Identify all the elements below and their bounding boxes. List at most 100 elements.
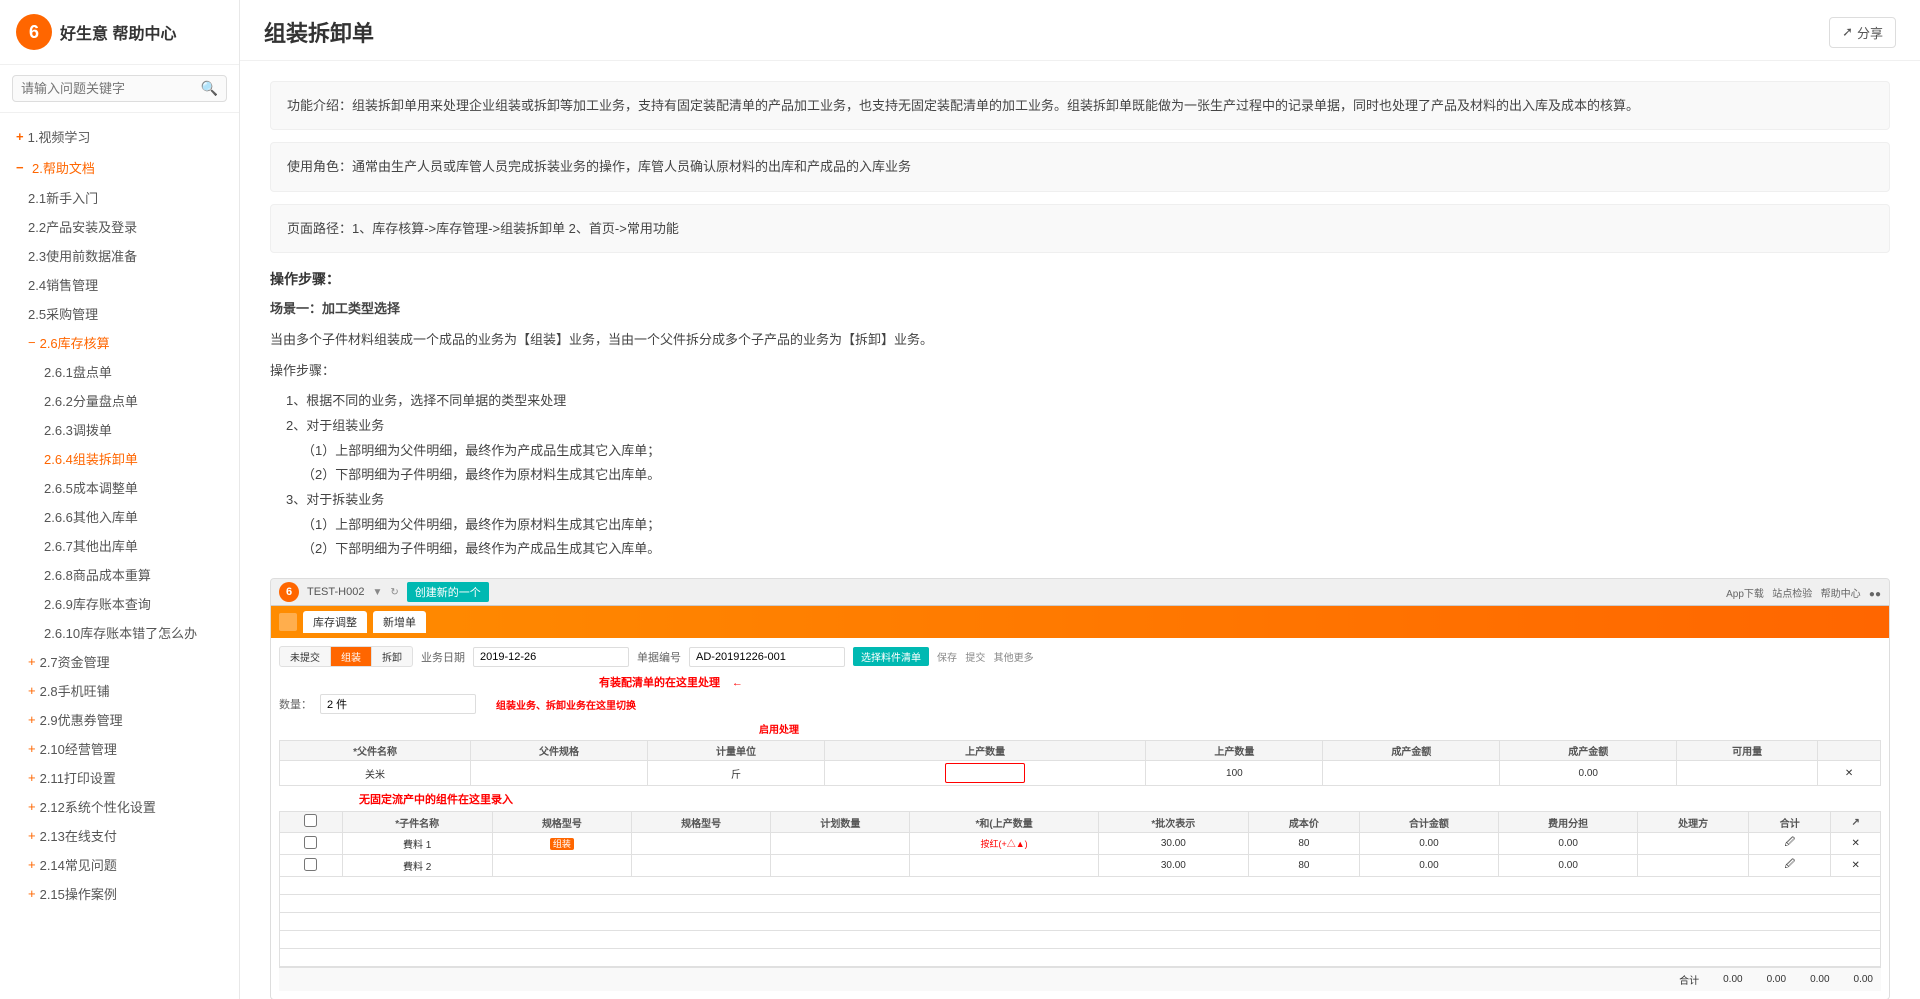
ss-select-btn[interactable]: 选择料件清单: [853, 647, 929, 666]
sub-item-label: 2.8手机旺铺: [40, 681, 110, 700]
sidebar-item-coupon[interactable]: + 2.9优惠券管理: [28, 705, 239, 734]
sidebar-item-partial-count[interactable]: 2.6.2分量盘点单: [44, 386, 239, 415]
ss-seg-disassembly[interactable]: 拆卸: [372, 647, 412, 666]
sidebar-item-custom[interactable]: + 2.12系统个性化设置: [28, 792, 239, 821]
ss-parent-row: 关米 斤 100 0.00 ✕: [280, 761, 1881, 786]
arrow1: ←: [732, 677, 743, 689]
ss-code-input[interactable]: [689, 647, 845, 667]
sub-item-label: 2.6.2分量盘点单: [44, 391, 138, 410]
step2-sub1: （1）上部明细为父件明细，最终作为产成品生成其它入库单；: [302, 439, 1890, 464]
ss-qty-input[interactable]: [320, 694, 476, 714]
ss-cth-spec2: 规格型号: [632, 812, 771, 833]
sidebar-item-error[interactable]: 2.6.10库存账本错了怎么办: [44, 618, 239, 647]
scene-title: 场景一：加工类型选择: [270, 297, 1890, 322]
sidebar-item-online-pay[interactable]: + 2.13在线支付: [28, 821, 239, 850]
logo-text: 好生意 帮助中心: [60, 20, 176, 44]
role-text: 使用角色：通常由生产人员或库管人员完成拆装业务的操作，库管人员确认原材料的出库和…: [287, 159, 911, 174]
sidebar-item-docs[interactable]: − 2.帮助文档: [0, 152, 239, 183]
ss-child1-del: ✕: [1831, 833, 1881, 855]
ss-parent-cell-spec: [471, 761, 648, 786]
annotation2: 组装业务、拆卸业务在这里切换: [496, 697, 636, 712]
ss-date-input[interactable]: [473, 647, 629, 667]
scene-title-bold: 场景一：加工类型选择: [270, 301, 400, 316]
ss-create-btn[interactable]: 创建新的一个: [407, 582, 489, 602]
sidebar-item-goods-cost[interactable]: 2.6.8商品成本重算: [44, 560, 239, 589]
ss-check-all[interactable]: [304, 814, 317, 827]
ss-orange-bar: 库存调整 新增单: [271, 606, 1889, 638]
share-label: 分享: [1857, 23, 1883, 42]
search-box: 🔍: [0, 65, 239, 113]
ss-tab1[interactable]: 库存调整: [303, 611, 367, 633]
sub-item-label: 2.6.9库存账本查询: [44, 594, 151, 613]
ss-child2-alloc: 0.00: [1499, 855, 1638, 877]
sub-item-label: 2.6.3调拨单: [44, 420, 112, 439]
sub-item-label: 2.1新手入门: [28, 188, 98, 207]
main-area: 组装拆卸单 ➚ 分享 功能介绍：组装拆卸单用来处理企业组装或拆卸等加工业务，支持…: [240, 0, 1920, 999]
ss-seg-assembly[interactable]: 组装: [331, 647, 372, 666]
sidebar-item-inventory[interactable]: − 2.6库存核算: [28, 328, 239, 357]
sidebar-item-cases[interactable]: + 2.15操作案例: [28, 879, 239, 908]
sub-item-label: 2.11打印设置: [40, 768, 116, 787]
sub-item-label: 2.7资金管理: [40, 652, 110, 671]
sidebar-item-ops[interactable]: + 2.10经营管理: [28, 734, 239, 763]
ss-child-row-7: [280, 949, 1881, 967]
sidebar-item-cash[interactable]: + 2.7资金管理: [28, 647, 239, 676]
path-text: 页面路径：1、库存核算->库存管理->组装拆卸单 2、首页->常用功能: [287, 221, 679, 236]
search-input[interactable]: [21, 81, 201, 96]
ss-th-qty2: 上产数量: [1146, 741, 1323, 761]
sub-item-label: 2.6库存核算: [40, 333, 110, 352]
ss-child2-actual: [910, 855, 1098, 877]
ss-child-row-6: [280, 931, 1881, 949]
ss-child1-batch: 30.00: [1098, 833, 1248, 855]
ss-row2-check[interactable]: [304, 858, 317, 871]
sidebar-item-mobile[interactable]: + 2.8手机旺铺: [28, 676, 239, 705]
sidebar-item-stock-count[interactable]: 2.6.1盘点单: [44, 357, 239, 386]
sidebar-item-print[interactable]: + 2.11打印设置: [28, 763, 239, 792]
sidebar-item-newcomer[interactable]: 2.1新手入门: [28, 183, 239, 212]
ss-footer: 合计 0.00 0.00 0.00 0.00: [279, 967, 1881, 991]
ss-th-amt2: 成产金额: [1500, 741, 1677, 761]
sidebar-item-other-out[interactable]: 2.6.7其他出库单: [44, 531, 239, 560]
step2-sub2: （2）下部明细为子件明细，最终作为原材料生成其它出库单。: [302, 463, 1890, 488]
ss-segment: 未提交 组装 拆卸: [279, 646, 413, 667]
ss-total4: 0.00: [1854, 974, 1873, 985]
ss-parent-cell-input[interactable]: [824, 761, 1145, 786]
page-title: 组装拆卸单: [264, 16, 374, 48]
sidebar-item-cost-adjust[interactable]: 2.6.5成本调整单: [44, 473, 239, 502]
ss-content-area: 未提交 组装 拆卸 业务日期 单据编号 选择料件清单 保存 提交 其他更多: [271, 638, 1889, 999]
ss-child2-name: 費料 2: [342, 855, 492, 877]
ss-cth-alloc: 费用分担: [1499, 812, 1638, 833]
ss-seg-unsubmit[interactable]: 未提交: [280, 647, 331, 666]
ss-nav-icon: [279, 613, 297, 631]
share-icon: ➚: [1842, 24, 1853, 40]
sidebar-item-other-in[interactable]: 2.6.6其他入库单: [44, 502, 239, 531]
sidebar-item-videos[interactable]: + 1.视频学习: [0, 121, 239, 152]
ss-row1-check[interactable]: [304, 836, 317, 849]
logo-area: 6 好生意 帮助中心: [0, 0, 239, 65]
sub-item-label: 2.6.10库存账本错了怎么办: [44, 623, 197, 642]
sidebar-item-ledger[interactable]: 2.6.9库存账本查询: [44, 589, 239, 618]
ss-refresh-icon: ↻: [390, 587, 398, 598]
ss-child1-op: 🖉: [1749, 833, 1831, 855]
sidebar-item-purchase[interactable]: 2.5采购管理: [28, 299, 239, 328]
sidebar-item-sales[interactable]: 2.4销售管理: [28, 270, 239, 299]
sub-item-label: 2.6.7其他出库单: [44, 536, 138, 555]
ss-qty-label: 数量：: [279, 696, 312, 712]
feature-intro-text: 功能介绍：组装拆卸单用来处理企业组装或拆卸等加工业务，支持有固定装配清单的产品加…: [287, 98, 1639, 113]
ss-th-spec: 父件规格: [471, 741, 648, 761]
sidebar-item-install[interactable]: 2.2产品安装及登录: [28, 212, 239, 241]
sidebar-item-assembly[interactable]: 2.6.4组装拆卸单: [44, 444, 239, 473]
sidebar-item-transfer[interactable]: 2.6.3调拨单: [44, 415, 239, 444]
sub-item-label: 2.6.1盘点单: [44, 362, 112, 381]
sidebar-item-faq[interactable]: + 2.14常见问题: [28, 850, 239, 879]
sidebar-item-label: 2.帮助文档: [32, 158, 95, 177]
ss-cth-spec1: 规格型号: [492, 812, 631, 833]
inventory-sub: 2.6.1盘点单 2.6.2分量盘点单 2.6.3调拨单 2.6.4组装拆卸单 …: [28, 357, 239, 647]
ss-child1-alloc: 0.00: [1499, 833, 1638, 855]
sidebar-item-data-prep[interactable]: 2.3使用前数据准备: [28, 241, 239, 270]
search-icon[interactable]: 🔍: [201, 80, 218, 97]
ss-tab2[interactable]: 新增单: [373, 611, 426, 633]
main-header: 组装拆卸单 ➚ 分享: [240, 0, 1920, 61]
share-button[interactable]: ➚ 分享: [1829, 17, 1896, 48]
feature-intro-block: 功能介绍：组装拆卸单用来处理企业组装或拆卸等加工业务，支持有固定装配清单的产品加…: [270, 81, 1890, 130]
